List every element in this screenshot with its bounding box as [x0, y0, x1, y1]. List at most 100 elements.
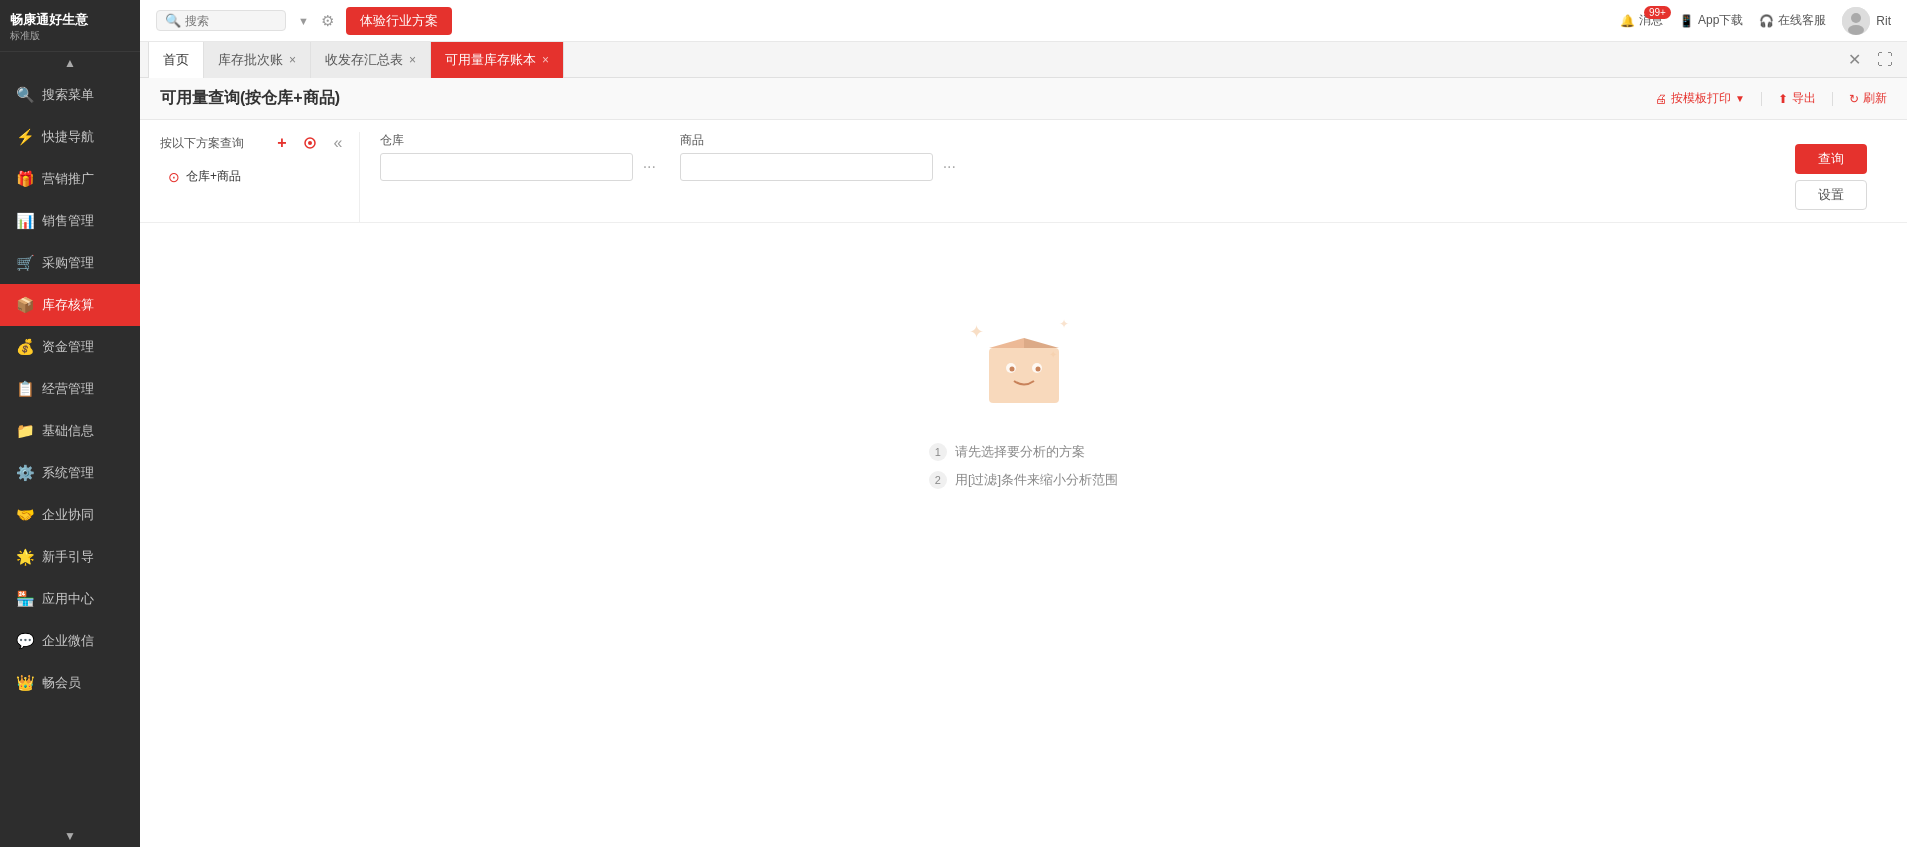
sidebar-nav: 🔍 搜索菜单 ⚡ 快捷导航 🎁 营销推广 📊 销售管理 🛒 采购管理 📦 库存核…	[0, 74, 140, 825]
sidebar-item-shortcut[interactable]: ⚡ 快捷导航	[0, 116, 140, 158]
goods-filter-group: 商品 ···	[680, 132, 960, 181]
sidebar-scroll-down[interactable]: ▼	[0, 825, 140, 847]
sidebar-item-label: 搜索菜单	[42, 86, 94, 104]
close-batch-account-tab[interactable]: ×	[289, 53, 296, 67]
settings-button[interactable]: 设置	[1795, 180, 1867, 210]
sidebar-item-cooperation[interactable]: 🤝 企业协同	[0, 494, 140, 536]
sidebar-item-label: 资金管理	[42, 338, 94, 356]
topbar-gear-icon[interactable]: ⚙	[321, 12, 334, 30]
page-content: 可用量查询(按仓库+商品) 🖨 按模板打印 ▼ ⬆ 导出 ↻ 刷新	[140, 78, 1907, 847]
sidebar-item-guide[interactable]: 🌟 新手引导	[0, 536, 140, 578]
divider1	[1761, 92, 1762, 106]
tab-receipt-summary[interactable]: 收发存汇总表 ×	[311, 42, 431, 78]
query-scheme-panel: 按以下方案查询 + « ⊙ 仓库+商品	[160, 132, 360, 222]
sidebar-scroll-up[interactable]: ▲	[0, 52, 140, 74]
sidebar-item-wechat[interactable]: 💬 企业微信	[0, 620, 140, 662]
topbar-search-input[interactable]	[185, 14, 265, 28]
clipboard-icon: 📋	[16, 380, 34, 398]
sidebar-header: 畅康通好生意 标准版	[0, 0, 140, 52]
sidebar-item-operations[interactable]: 📋 经营管理	[0, 368, 140, 410]
sidebar-item-label: 系统管理	[42, 464, 94, 482]
user-area[interactable]: Rit	[1842, 7, 1891, 35]
sidebar-item-sales[interactable]: 📊 销售管理	[0, 200, 140, 242]
export-icon: ⬆	[1778, 92, 1788, 106]
topbar-chevron-icon[interactable]: ▼	[298, 15, 309, 27]
chat-icon: 💬	[16, 632, 34, 650]
messages-badge: 99+	[1644, 6, 1671, 19]
scheme-item-label: 仓库+商品	[186, 168, 241, 185]
sidebar-item-purchase[interactable]: 🛒 采购管理	[0, 242, 140, 284]
sidebar-item-system[interactable]: ⚙️ 系统管理	[0, 452, 140, 494]
handshake-icon: 🤝	[16, 506, 34, 524]
collapse-scheme-button[interactable]: «	[327, 132, 349, 154]
username-label: Rit	[1876, 14, 1891, 28]
warehouse-filter-input[interactable]	[380, 153, 633, 181]
sidebar-item-label: 企业微信	[42, 632, 94, 650]
main-area: 🔍 ▼ ⚙ 体验行业方案 🔔 消息 99+ 📱 App下载 🎧 在线客服	[140, 0, 1907, 847]
topbar: 🔍 ▼ ⚙ 体验行业方案 🔔 消息 99+ 📱 App下载 🎧 在线客服	[140, 0, 1907, 42]
hint-num-2: 2	[929, 471, 947, 489]
avatar	[1842, 7, 1870, 35]
app-download-button[interactable]: 📱 App下载	[1679, 12, 1743, 29]
sidebar-item-finance[interactable]: 💰 资金管理	[0, 326, 140, 368]
sidebar-item-label: 基础信息	[42, 422, 94, 440]
warehouse-filter-more[interactable]: ···	[639, 158, 660, 176]
settings-scheme-button[interactable]	[299, 132, 321, 154]
svg-marker-6	[989, 338, 1024, 348]
warehouse-filter-group: 仓库 ···	[380, 132, 660, 181]
cart-icon: 🛒	[16, 254, 34, 272]
template-print-label: 按模板打印	[1671, 90, 1731, 107]
empty-state: ✦ ✦ ✦ 1 请先选择要分析的方案 2 用[过滤]条件来缩小分析范围	[140, 223, 1907, 549]
query-scheme-header: 按以下方案查询 + «	[160, 132, 349, 154]
goods-filter-more[interactable]: ···	[939, 158, 960, 176]
folder-icon: 📁	[16, 422, 34, 440]
sidebar-item-label: 新手引导	[42, 548, 94, 566]
svg-point-1	[1851, 13, 1861, 23]
messages-button[interactable]: 🔔 消息 99+	[1620, 12, 1663, 29]
tab-batch-account[interactable]: 库存批次账 ×	[204, 42, 311, 78]
close-receipt-summary-tab[interactable]: ×	[409, 53, 416, 67]
tab-available-stock[interactable]: 可用量库存账本 ×	[431, 42, 564, 78]
bell-icon: 🔔	[1620, 14, 1635, 28]
sidebar-item-marketing[interactable]: 🎁 营销推广	[0, 158, 140, 200]
refresh-label: 刷新	[1863, 90, 1887, 107]
template-print-chevron[interactable]: ▼	[1735, 93, 1745, 104]
topbar-search-box[interactable]: 🔍	[156, 10, 286, 31]
app-download-label: App下载	[1698, 12, 1743, 29]
hint-text-2: 用[过滤]条件来缩小分析范围	[955, 471, 1118, 489]
sidebar-item-label: 采购管理	[42, 254, 94, 272]
scheme-item-warehouse-goods[interactable]: ⊙ 仓库+商品	[160, 162, 349, 191]
app-version: 标准版	[10, 29, 130, 43]
sidebar-item-appstore[interactable]: 🏪 应用中心	[0, 578, 140, 620]
goods-filter-input[interactable]	[680, 153, 933, 181]
query-scheme-icons: + «	[271, 132, 349, 154]
query-section: 按以下方案查询 + « ⊙ 仓库+商品	[140, 120, 1907, 223]
sidebar-item-label: 畅会员	[42, 674, 81, 692]
empty-hint-2: 2 用[过滤]条件来缩小分析范围	[929, 471, 1118, 489]
template-print-button[interactable]: 🖨 按模板打印 ▼	[1655, 90, 1745, 107]
sidebar-item-basic[interactable]: 📁 基础信息	[0, 410, 140, 452]
tabbar: 首页 库存批次账 × 收发存汇总表 × 可用量库存账本 × ✕ ⛶	[140, 42, 1907, 78]
export-label: 导出	[1792, 90, 1816, 107]
add-scheme-button[interactable]: +	[271, 132, 293, 154]
industry-solution-button[interactable]: 体验行业方案	[346, 7, 452, 35]
page-header: 可用量查询(按仓库+商品) 🖨 按模板打印 ▼ ⬆ 导出 ↻ 刷新	[140, 78, 1907, 120]
close-available-stock-tab[interactable]: ×	[542, 53, 549, 67]
sidebar-item-label: 企业协同	[42, 506, 94, 524]
store-icon: 🏪	[16, 590, 34, 608]
tab-home[interactable]: 首页	[148, 42, 204, 78]
expand-button[interactable]: ⛶	[1871, 49, 1899, 71]
query-button[interactable]: 查询	[1795, 144, 1867, 174]
star-icon: 🌟	[16, 548, 34, 566]
online-service-button[interactable]: 🎧 在线客服	[1759, 12, 1826, 29]
sidebar-item-inventory[interactable]: 📦 库存核算	[0, 284, 140, 326]
refresh-button[interactable]: ↻ 刷新	[1849, 90, 1887, 107]
svg-text:✦: ✦	[1049, 349, 1057, 360]
close-all-tabs-button[interactable]: ✕	[1842, 48, 1867, 71]
sidebar-item-member[interactable]: 👑 畅会员	[0, 662, 140, 704]
lightning-icon: ⚡	[16, 128, 34, 146]
sidebar-item-search[interactable]: 🔍 搜索菜单	[0, 74, 140, 116]
svg-point-10	[1009, 367, 1014, 372]
export-button[interactable]: ⬆ 导出	[1778, 90, 1816, 107]
sidebar-item-label: 销售管理	[42, 212, 94, 230]
